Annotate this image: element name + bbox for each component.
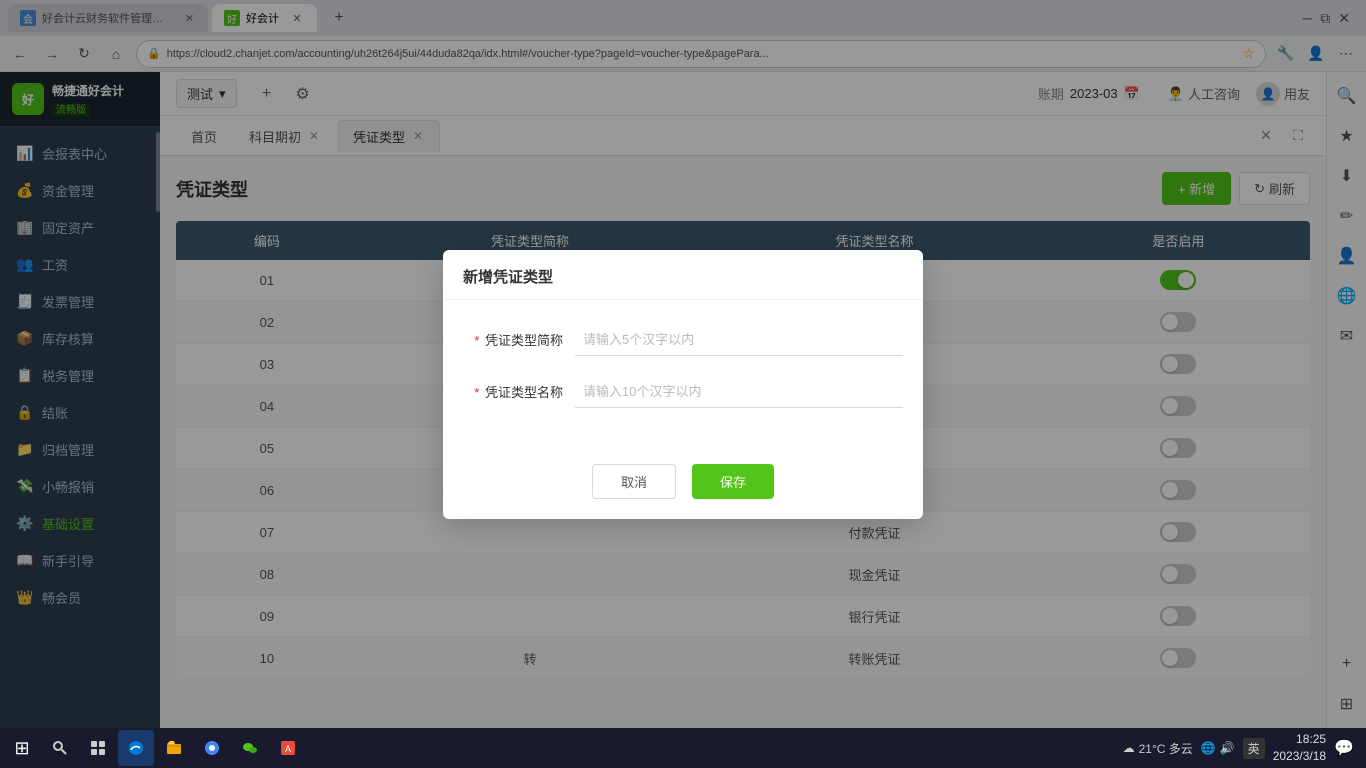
taskbar-system-icons: 🌐 🔊 <box>1201 741 1235 755</box>
taskbar-weather: ☁ 21°C 多云 <box>1123 740 1193 757</box>
taskbar-app5[interactable]: A <box>270 730 306 766</box>
sound-icon: 🔊 <box>1220 741 1235 755</box>
modal-body: * 凭证类型简称 * 凭证类型名称 <box>443 300 923 452</box>
clock-date: 2023/3/18 <box>1273 748 1326 765</box>
cancel-button[interactable]: 取消 <box>592 464 676 499</box>
save-button[interactable]: 保存 <box>692 464 774 499</box>
name-input[interactable] <box>575 376 903 408</box>
taskbar-file-explorer[interactable] <box>156 730 192 766</box>
modal-header: 新增凭证类型 <box>443 250 923 300</box>
taskbar-search[interactable] <box>42 730 78 766</box>
modal-footer: 取消 保存 <box>443 452 923 519</box>
clock-time: 18:25 <box>1273 731 1326 748</box>
taskbar: ⊞ A ☁ 21°C 多云 🌐 🔊 英 18:25 2023/3/18 💬 <box>0 728 1366 768</box>
name-label: * 凭证类型名称 <box>463 382 563 401</box>
notification-icon[interactable]: 💬 <box>1334 738 1354 758</box>
required-mark-2: * <box>474 385 479 400</box>
start-button[interactable]: ⊞ <box>4 730 40 766</box>
form-row-name: * 凭证类型名称 <box>463 376 903 408</box>
wifi-icon: 🌐 <box>1201 741 1216 755</box>
weather-icon: ☁ <box>1123 741 1135 755</box>
modal-title: 新增凭证类型 <box>463 266 553 287</box>
taskbar-clock: 18:25 2023/3/18 <box>1273 731 1326 765</box>
taskbar-edge[interactable] <box>118 730 154 766</box>
input-method[interactable]: 英 <box>1243 738 1265 759</box>
modal-overlay: 新增凭证类型 * 凭证类型简称 * 凭证类型名称 取消 保存 <box>0 0 1366 768</box>
short-label: * 凭证类型简称 <box>463 330 563 349</box>
taskbar-wechat[interactable] <box>232 730 268 766</box>
taskbar-right: ☁ 21°C 多云 🌐 🔊 英 18:25 2023/3/18 💬 <box>1123 731 1362 765</box>
taskbar-chrome[interactable] <box>194 730 230 766</box>
required-mark: * <box>474 333 479 348</box>
form-row-short: * 凭证类型简称 <box>463 324 903 356</box>
short-input[interactable] <box>575 324 903 356</box>
taskbar-task-view[interactable] <box>80 730 116 766</box>
weather-text: 21°C 多云 <box>1139 740 1193 757</box>
modal: 新增凭证类型 * 凭证类型简称 * 凭证类型名称 取消 保存 <box>443 250 923 519</box>
svg-text:A: A <box>285 744 291 754</box>
